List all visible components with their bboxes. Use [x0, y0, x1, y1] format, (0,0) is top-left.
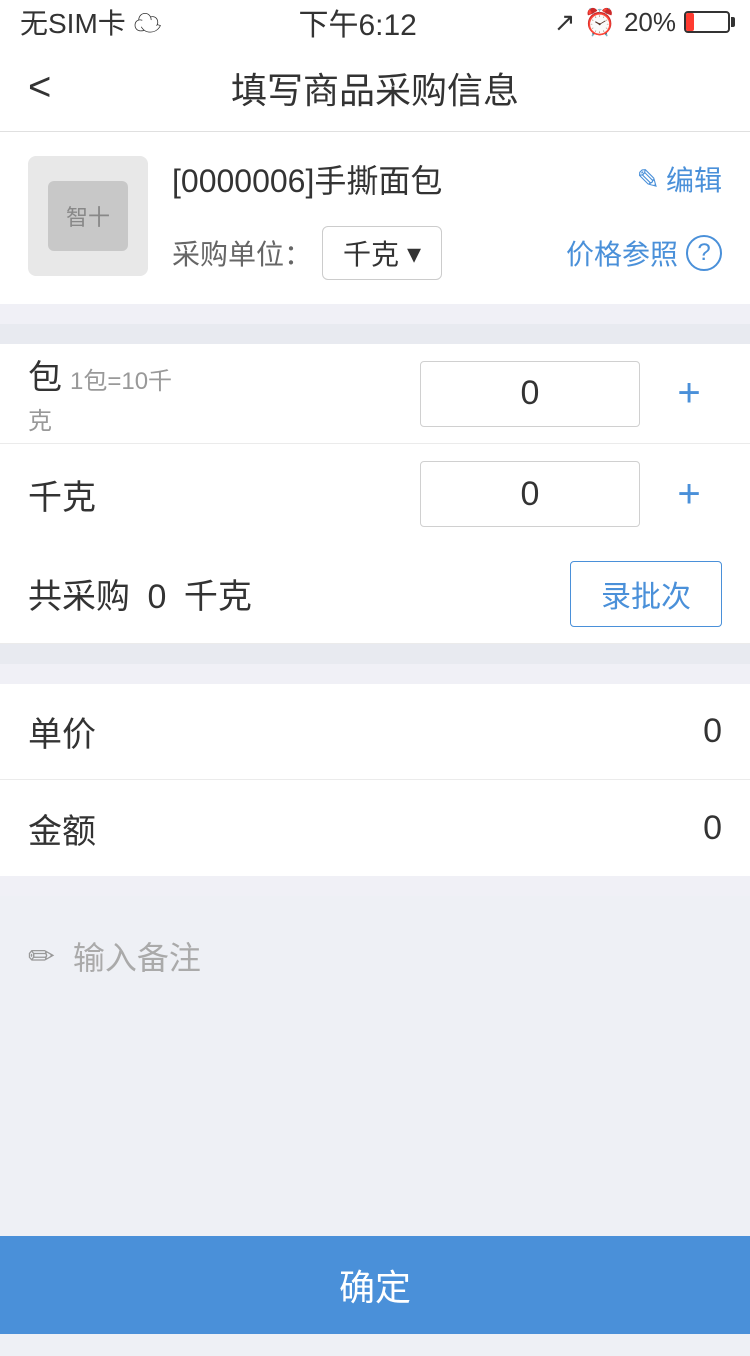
bag-label: 包1包=10千克	[28, 350, 188, 438]
bag-plus-button[interactable]: +	[656, 361, 722, 427]
confirm-button[interactable]: 确定	[339, 1259, 411, 1311]
note-section[interactable]: ✏ 输入备注	[0, 896, 750, 1016]
kg-input-row: 千克 0 +	[0, 444, 750, 544]
unit-price-value: 0	[703, 712, 722, 751]
info-icon: ?	[686, 235, 722, 271]
note-input[interactable]: 输入备注	[73, 933, 201, 979]
unit-row: 采购单位： 千克 ▾ 价格参照 ?	[172, 226, 722, 280]
confirm-bar[interactable]: 确定	[0, 1236, 750, 1334]
battery-icon	[684, 11, 730, 33]
product-logo: 智十	[48, 181, 128, 251]
product-name: [0000006]手撕面包	[172, 156, 442, 202]
kg-plus-button[interactable]: +	[656, 461, 722, 527]
product-name-row: [0000006]手撕面包 ✎ 编辑	[172, 156, 722, 202]
total-label: 共采购 0 千克	[28, 569, 252, 618]
amount-row: 金额 0	[0, 780, 750, 876]
section-divider-2	[0, 644, 750, 664]
bag-input-row: 包1包=10千克 0 +	[0, 344, 750, 444]
edit-button[interactable]: ✎ 编辑	[637, 159, 722, 199]
alarm-icon: ⏰	[584, 7, 616, 38]
battery-percent: 20%	[624, 7, 676, 38]
unit-select[interactable]: 千克 ▾	[322, 226, 442, 280]
bag-quantity-input[interactable]: 0	[420, 361, 640, 427]
kg-quantity-input[interactable]: 0	[420, 461, 640, 527]
unit-select-group: 采购单位： 千克 ▾	[172, 226, 442, 280]
product-info: [0000006]手撕面包 ✎ 编辑 采购单位： 千克 ▾ 价格参照 ?	[172, 156, 722, 280]
product-image: 智十	[28, 156, 148, 276]
status-left: 无SIM卡 ☁	[20, 2, 162, 42]
nav-bar: < 填写商品采购信息	[0, 44, 750, 132]
unit-label: 采购单位：	[172, 233, 312, 273]
pencil-icon: ✏	[28, 937, 55, 975]
unit-price-label: 单价	[28, 707, 96, 756]
edit-label: 编辑	[666, 159, 722, 199]
page-title: 填写商品采购信息	[231, 62, 519, 114]
input-section: 包1包=10千克 0 + 千克 0 +	[0, 344, 750, 544]
kg-input-field: 0 +	[188, 461, 722, 527]
status-bar: 无SIM卡 ☁ 下午6:12 ↗ ⏰ 20%	[0, 0, 750, 44]
total-row: 共采购 0 千克 录批次	[0, 544, 750, 644]
total-unit: 千克	[184, 578, 252, 616]
bag-input-field: 0 +	[188, 361, 722, 427]
location-icon: ↗	[554, 7, 576, 38]
sim-label: 无SIM卡 ☁	[20, 2, 162, 42]
status-right: ↗ ⏰ 20%	[554, 7, 730, 38]
amount-value: 0	[703, 809, 722, 848]
price-section: 单价 0 金额 0	[0, 684, 750, 876]
edit-icon: ✎	[637, 163, 660, 196]
batch-button[interactable]: 录批次	[570, 561, 722, 627]
unit-value: 千克	[343, 233, 399, 273]
price-ref-button[interactable]: 价格参照 ?	[566, 233, 722, 273]
status-time: 下午6:12	[298, 0, 416, 44]
chevron-down-icon: ▾	[407, 237, 421, 270]
amount-label: 金额	[28, 804, 96, 853]
product-card: 智十 [0000006]手撕面包 ✎ 编辑 采购单位： 千克 ▾ 价格参照 ?	[0, 132, 750, 304]
unit-price-row: 单价 0	[0, 684, 750, 780]
total-amount: 0	[147, 578, 166, 616]
back-button[interactable]: <	[28, 65, 51, 110]
section-divider-1	[0, 324, 750, 344]
price-ref-label: 价格参照	[566, 233, 678, 273]
kg-label: 千克	[28, 470, 188, 519]
